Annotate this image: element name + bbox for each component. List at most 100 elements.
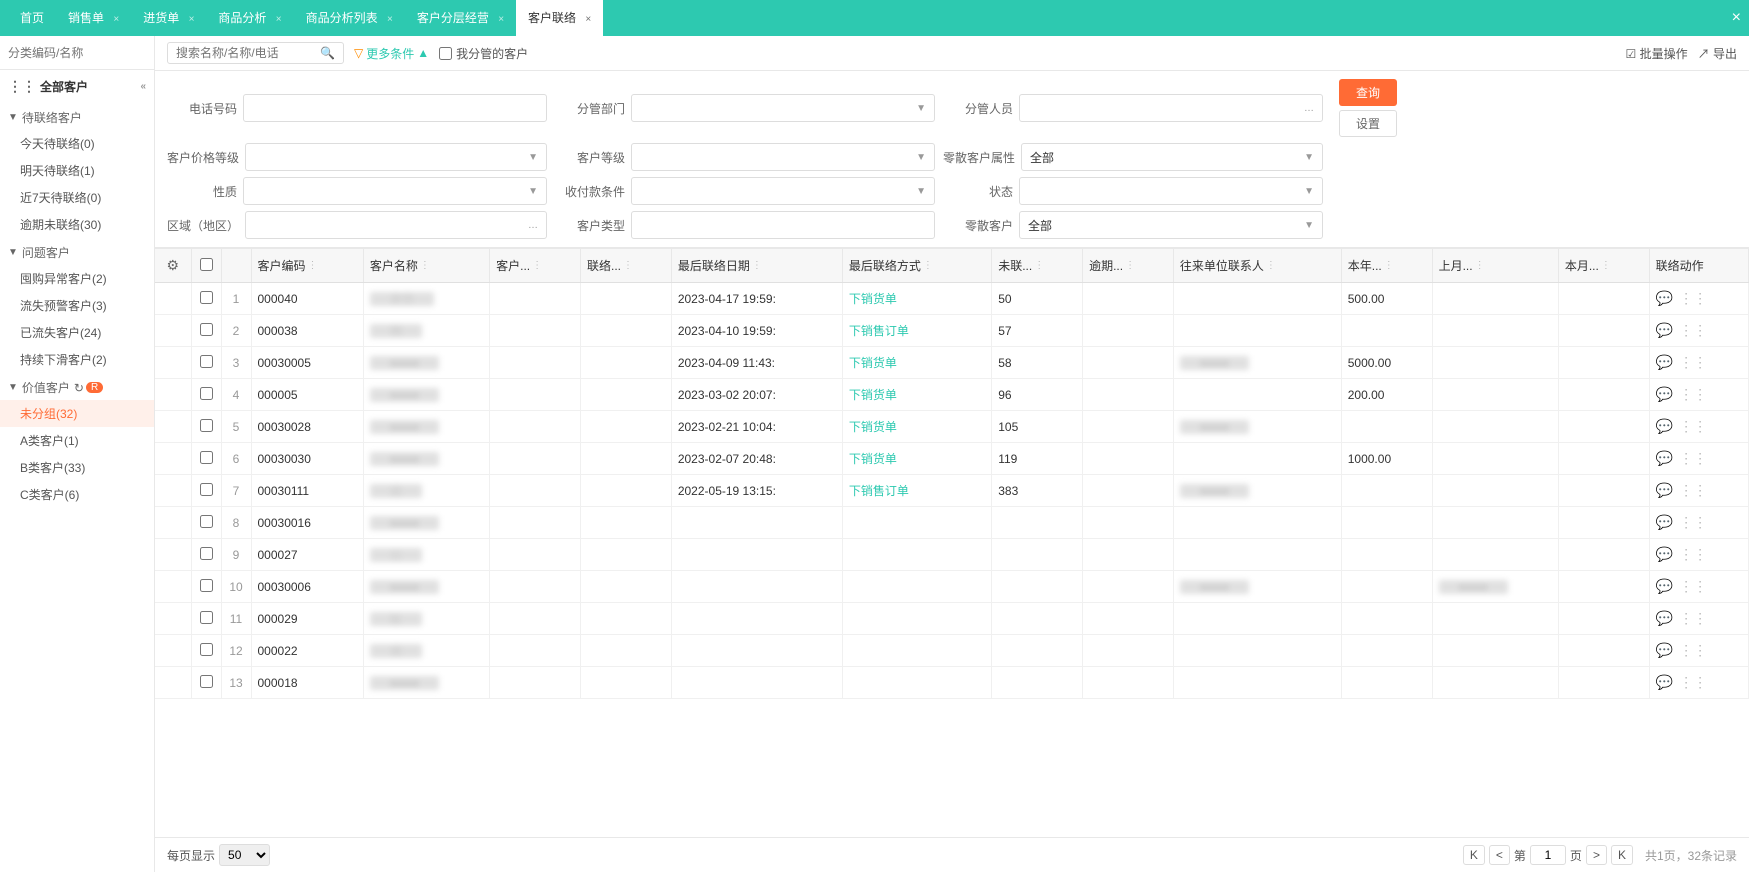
message-icon[interactable]: 💬 bbox=[1656, 578, 1673, 595]
nav-tab-customer-contact[interactable]: 客户联络 × bbox=[516, 0, 603, 36]
sidebar-item-week[interactable]: 近7天待联络(0) bbox=[0, 184, 154, 211]
message-icon[interactable]: 💬 bbox=[1656, 482, 1673, 499]
nav-tab-purchase[interactable]: 进货单 × bbox=[131, 0, 206, 36]
qr-icon[interactable]: ⋮⋮ bbox=[1679, 642, 1707, 659]
row-checkbox[interactable] bbox=[200, 547, 213, 560]
sidebar-item-ungroup[interactable]: 未分组(32) bbox=[0, 400, 154, 427]
row-checkbox[interactable] bbox=[200, 675, 213, 688]
group-title-value[interactable]: ▼ 价值客户 ↻ R bbox=[0, 373, 154, 400]
message-icon[interactable]: 💬 bbox=[1656, 418, 1673, 435]
row-checkbox[interactable] bbox=[200, 579, 213, 592]
field-customer-level-select[interactable]: ▼ bbox=[631, 143, 935, 171]
row-last-contact-type[interactable]: 下销售订单 bbox=[842, 475, 991, 507]
qr-icon[interactable]: ⋮⋮ bbox=[1679, 674, 1707, 691]
field-manager-input[interactable]: … bbox=[1019, 94, 1323, 122]
page-input[interactable] bbox=[1530, 845, 1566, 865]
qr-icon[interactable]: ⋮⋮ bbox=[1679, 546, 1707, 563]
row-checkbox-cell[interactable] bbox=[191, 283, 221, 315]
row-last-contact-type[interactable] bbox=[842, 571, 991, 603]
contact-type-link[interactable]: 下销货单 bbox=[849, 356, 897, 370]
nav-tab-sales[interactable]: 销售单 × bbox=[56, 0, 131, 36]
close-tier-tab[interactable]: × bbox=[498, 14, 504, 25]
group-title-pending[interactable]: ▼ 待联络客户 bbox=[0, 103, 154, 130]
field-cust-type-input[interactable] bbox=[631, 211, 935, 239]
row-checkbox[interactable] bbox=[200, 355, 213, 368]
close-contact-tab[interactable]: × bbox=[585, 14, 591, 25]
filter-search-input[interactable] bbox=[176, 46, 316, 60]
message-icon[interactable]: 💬 bbox=[1656, 386, 1673, 403]
reset-button[interactable]: 设置 bbox=[1339, 110, 1397, 137]
first-page-button[interactable]: K bbox=[1463, 845, 1485, 865]
contact-type-link[interactable]: 下销货单 bbox=[849, 292, 897, 306]
all-customers-header[interactable]: ⋮⋮ 全部客户 « bbox=[0, 70, 154, 103]
close-sales-tab[interactable]: × bbox=[113, 14, 119, 25]
group-title-problem[interactable]: ▼ 问题客户 bbox=[0, 238, 154, 265]
sidebar-item-overdue[interactable]: 逾期未联络(30) bbox=[0, 211, 154, 238]
row-checkbox[interactable] bbox=[200, 291, 213, 304]
code-column-header[interactable]: 客户编码 ⋮ bbox=[251, 249, 363, 283]
row-last-contact-type[interactable]: 下销货单 bbox=[842, 283, 991, 315]
row-checkbox-cell[interactable] bbox=[191, 475, 221, 507]
qr-icon[interactable]: ⋮⋮ bbox=[1679, 386, 1707, 403]
row-checkbox-cell[interactable] bbox=[191, 347, 221, 379]
checkbox-column-header[interactable] bbox=[191, 249, 221, 283]
contact-type-link[interactable]: 下销货单 bbox=[849, 420, 897, 434]
refresh-icon[interactable]: ↻ bbox=[74, 381, 84, 395]
qr-icon[interactable]: ⋮⋮ bbox=[1679, 354, 1707, 371]
per-page-select[interactable]: 50 100 200 bbox=[219, 844, 270, 866]
row-last-contact-type[interactable]: 下销货单 bbox=[842, 347, 991, 379]
my-customers-filter[interactable]: 我分管的客户 bbox=[439, 45, 528, 62]
my-customers-checkbox[interactable] bbox=[439, 47, 452, 60]
row-checkbox[interactable] bbox=[200, 611, 213, 624]
row-checkbox-cell[interactable] bbox=[191, 667, 221, 699]
row-checkbox-cell[interactable] bbox=[191, 443, 221, 475]
contact-type-link[interactable]: 下销售订单 bbox=[849, 324, 909, 338]
row-checkbox[interactable] bbox=[200, 387, 213, 400]
close-product-tab[interactable]: × bbox=[276, 14, 282, 25]
row-checkbox-cell[interactable] bbox=[191, 603, 221, 635]
row-last-contact-type[interactable] bbox=[842, 507, 991, 539]
qr-icon[interactable]: ⋮⋮ bbox=[1679, 290, 1707, 307]
message-icon[interactable]: 💬 bbox=[1656, 322, 1673, 339]
select-all-checkbox[interactable] bbox=[200, 258, 213, 271]
row-checkbox-cell[interactable] bbox=[191, 379, 221, 411]
prev-page-button[interactable]: < bbox=[1489, 845, 1510, 865]
qr-icon[interactable]: ⋮⋮ bbox=[1679, 482, 1707, 499]
close-purchase-tab[interactable]: × bbox=[189, 14, 195, 25]
field-status-select[interactable]: ▼ bbox=[1019, 177, 1323, 205]
contact-type-link[interactable]: 下销售订单 bbox=[849, 484, 909, 498]
sidebar-item-c-class[interactable]: C类客户(6) bbox=[0, 481, 154, 508]
message-icon[interactable]: 💬 bbox=[1656, 354, 1673, 371]
sidebar-item-churned[interactable]: 已流失客户(24) bbox=[0, 319, 154, 346]
row-last-contact-type[interactable] bbox=[842, 539, 991, 571]
settings-column-header[interactable]: ⚙ bbox=[155, 249, 191, 283]
nav-home[interactable]: 首页 bbox=[8, 0, 56, 36]
row-last-contact-type[interactable]: 下销售订单 bbox=[842, 315, 991, 347]
last-page-button[interactable]: K bbox=[1611, 845, 1633, 865]
nav-tab-customer-tier[interactable]: 客户分层经营 × bbox=[405, 0, 516, 36]
row-checkbox[interactable] bbox=[200, 643, 213, 656]
row-last-contact-type[interactable]: 下销货单 bbox=[842, 411, 991, 443]
next-page-button[interactable]: > bbox=[1586, 845, 1607, 865]
filter-search-icon[interactable]: 🔍 bbox=[320, 46, 335, 60]
field-nature-select[interactable]: ▼ bbox=[243, 177, 547, 205]
sidebar-item-declining[interactable]: 持续下滑客户(2) bbox=[0, 346, 154, 373]
row-last-contact-type[interactable] bbox=[842, 667, 991, 699]
message-icon[interactable]: 💬 bbox=[1656, 290, 1673, 307]
sidebar-item-churn-warn[interactable]: 流失预警客户(3) bbox=[0, 292, 154, 319]
export-link[interactable]: ↗ 导出 bbox=[1698, 45, 1737, 62]
row-last-contact-type[interactable]: 下销货单 bbox=[842, 379, 991, 411]
nav-tab-product-list[interactable]: 商品分析列表 × bbox=[294, 0, 405, 36]
row-checkbox-cell[interactable] bbox=[191, 315, 221, 347]
row-checkbox-cell[interactable] bbox=[191, 539, 221, 571]
sidebar-search-input[interactable] bbox=[8, 46, 155, 60]
message-icon[interactable]: 💬 bbox=[1656, 610, 1673, 627]
contact-type-link[interactable]: 下销货单 bbox=[849, 388, 897, 402]
row-last-contact-type[interactable] bbox=[842, 635, 991, 667]
nav-tab-product-analysis[interactable]: 商品分析 × bbox=[206, 0, 293, 36]
field-phone-input[interactable] bbox=[243, 94, 547, 122]
qr-icon[interactable]: ⋮⋮ bbox=[1679, 578, 1707, 595]
row-checkbox-cell[interactable] bbox=[191, 411, 221, 443]
name-column-header[interactable]: 客户名称 ⋮ bbox=[363, 249, 489, 283]
query-button[interactable]: 查询 bbox=[1339, 79, 1397, 106]
